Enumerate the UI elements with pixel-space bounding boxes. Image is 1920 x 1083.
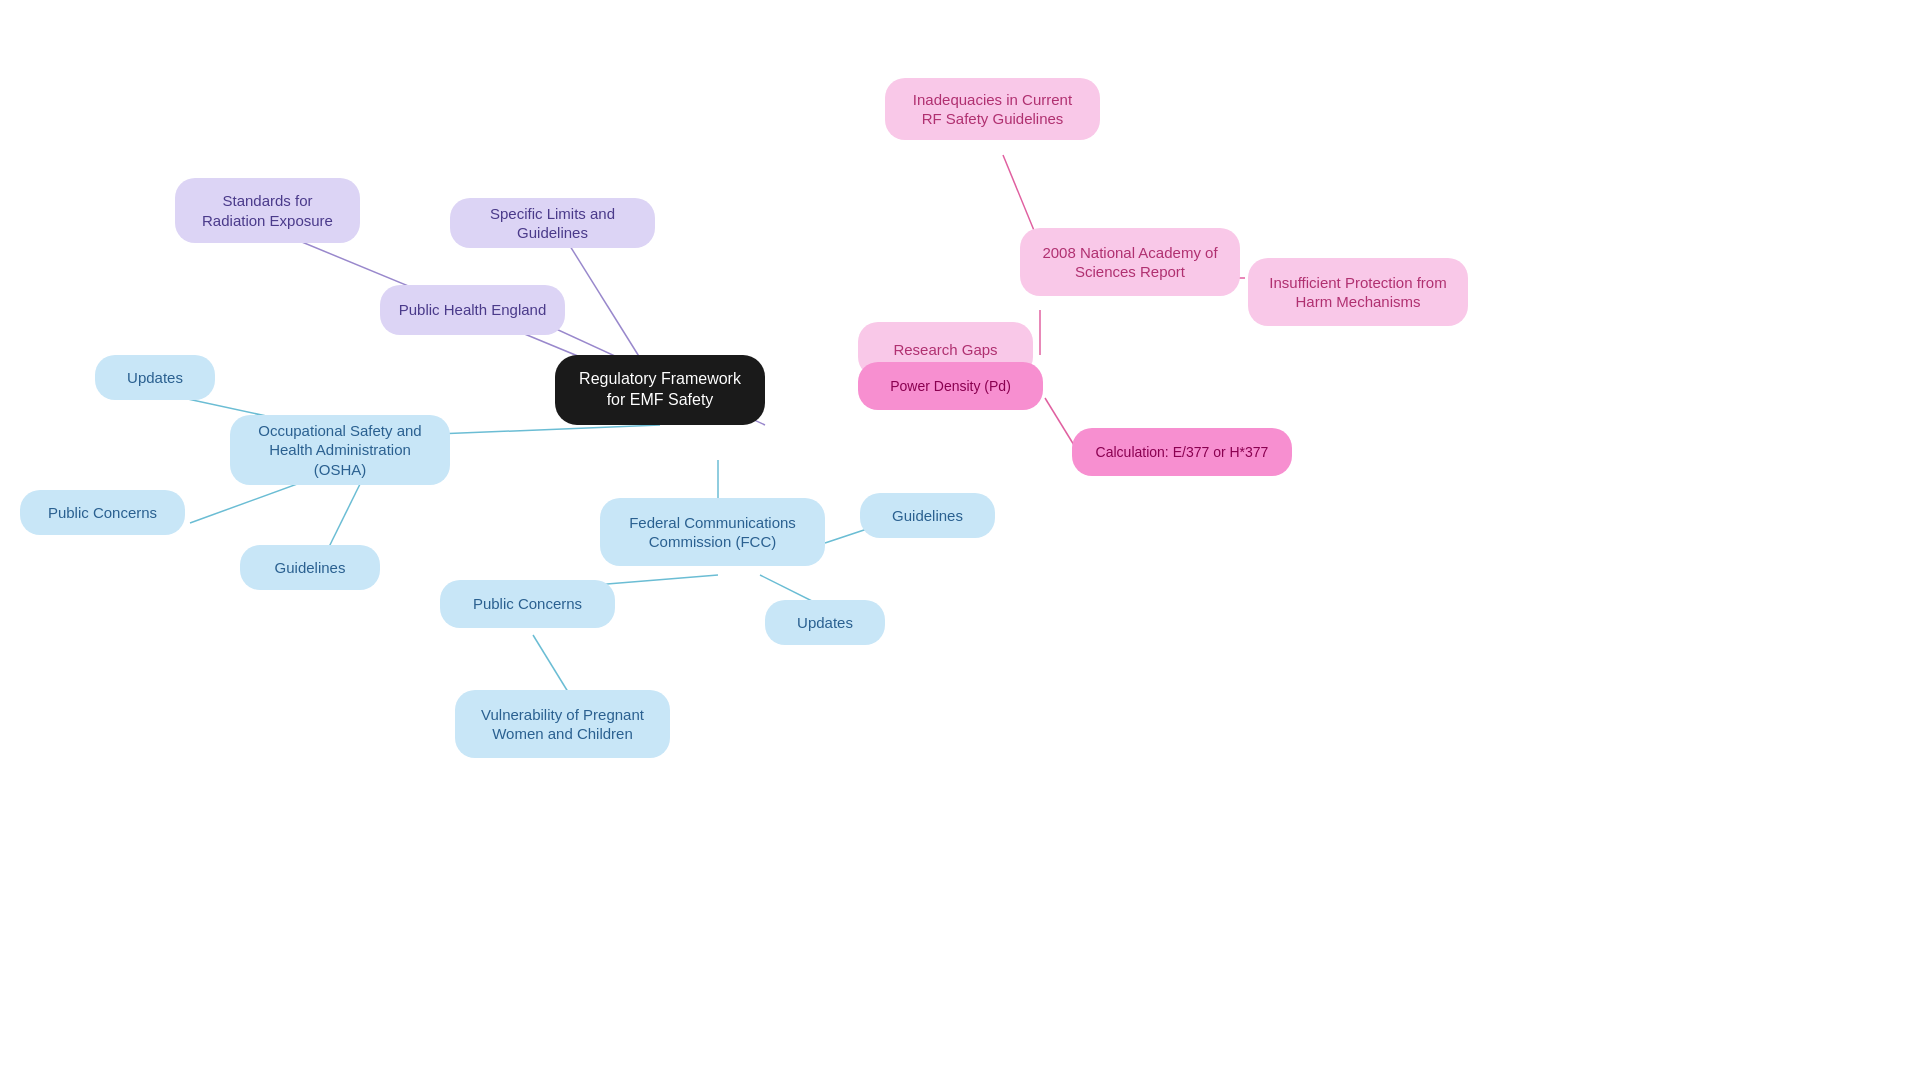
node-label: Inadequacies in Current RF Safety Guidel… bbox=[903, 90, 1082, 129]
node-label: 2008 National Academy of Sciences Report bbox=[1038, 243, 1222, 282]
node-label: Occupational Safety and Health Administr… bbox=[248, 421, 432, 480]
node-public-health-england[interactable]: Public Health England bbox=[380, 285, 565, 335]
center-node[interactable]: Regulatory Framework for EMF Safety bbox=[555, 355, 765, 425]
node-label: Insufficient Protection from Harm Mechan… bbox=[1266, 273, 1450, 312]
node-label: Federal Communications Commission (FCC) bbox=[618, 513, 807, 552]
node-label: Power Density (Pd) bbox=[890, 377, 1011, 395]
node-public-concerns-fcc[interactable]: Public Concerns bbox=[440, 580, 615, 628]
node-label: Research Gaps bbox=[893, 340, 997, 360]
node-label: Guidelines bbox=[892, 506, 963, 526]
node-public-concerns-osha[interactable]: Public Concerns bbox=[20, 490, 185, 535]
node-label: Guidelines bbox=[275, 558, 346, 578]
node-standards-radiation[interactable]: Standards for Radiation Exposure bbox=[175, 178, 360, 243]
node-vulnerability[interactable]: Vulnerability of Pregnant Women and Chil… bbox=[455, 690, 670, 758]
node-label: Public Concerns bbox=[48, 503, 157, 523]
node-label: Public Health England bbox=[399, 300, 547, 320]
node-label: Standards for Radiation Exposure bbox=[193, 191, 342, 230]
node-specific-limits[interactable]: Specific Limits and Guidelines bbox=[450, 198, 655, 248]
svg-line-6 bbox=[325, 478, 363, 555]
center-label: Regulatory Framework for EMF Safety bbox=[573, 369, 747, 411]
node-osha[interactable]: Occupational Safety and Health Administr… bbox=[230, 415, 450, 485]
node-updates-osha[interactable]: Updates bbox=[95, 355, 215, 400]
node-calculation[interactable]: Calculation: E/377 or H*377 bbox=[1072, 428, 1292, 476]
node-guidelines-fcc[interactable]: Guidelines bbox=[860, 493, 995, 538]
node-label: Calculation: E/377 or H*377 bbox=[1096, 443, 1269, 461]
node-label: Updates bbox=[797, 613, 853, 633]
node-guidelines-osha[interactable]: Guidelines bbox=[240, 545, 380, 590]
node-nas-report[interactable]: 2008 National Academy of Sciences Report bbox=[1020, 228, 1240, 296]
node-power-density[interactable]: Power Density (Pd) bbox=[858, 362, 1043, 410]
node-label: Updates bbox=[127, 368, 183, 388]
node-updates-fcc[interactable]: Updates bbox=[765, 600, 885, 645]
node-fcc[interactable]: Federal Communications Commission (FCC) bbox=[600, 498, 825, 566]
node-label: Vulnerability of Pregnant Women and Chil… bbox=[473, 705, 652, 744]
node-label: Specific Limits and Guidelines bbox=[468, 204, 637, 243]
node-inadequacies[interactable]: Inadequacies in Current RF Safety Guidel… bbox=[885, 78, 1100, 140]
node-insufficient-protection[interactable]: Insufficient Protection from Harm Mechan… bbox=[1248, 258, 1468, 326]
node-label: Public Concerns bbox=[473, 594, 582, 614]
